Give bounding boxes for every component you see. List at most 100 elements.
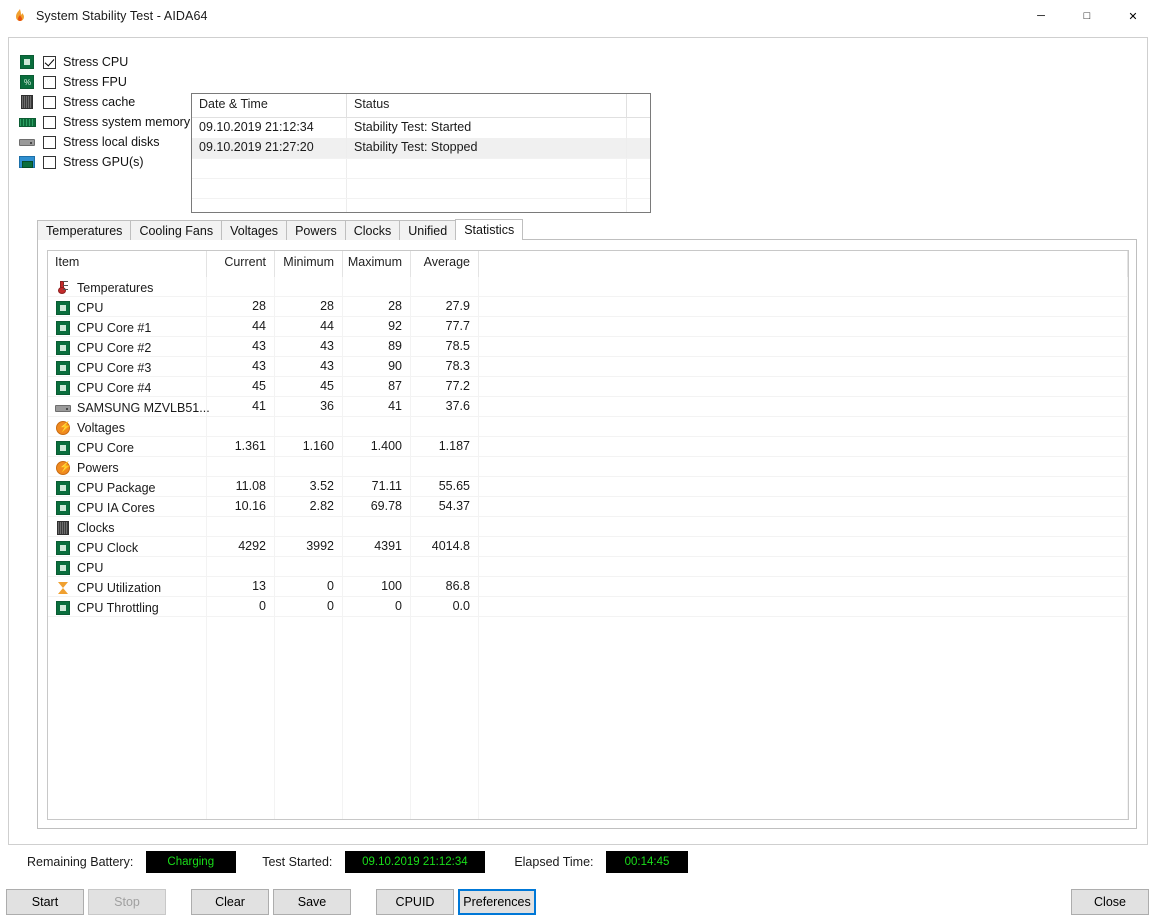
elapsed-time-label: Elapsed Time: bbox=[514, 855, 594, 870]
log-empty-row bbox=[192, 178, 650, 198]
cell-maximum bbox=[343, 277, 411, 296]
table-row[interactable]: CPU Core #2 43 43 89 78.5 bbox=[48, 337, 1128, 356]
empty-table-row bbox=[48, 731, 1128, 750]
preferences-button[interactable]: Preferences bbox=[458, 889, 536, 915]
cell-average bbox=[411, 417, 479, 436]
cell-average: 78.5 bbox=[411, 337, 479, 356]
stress-gpu-checkbox[interactable] bbox=[43, 155, 56, 169]
cell-current: 43 bbox=[207, 357, 275, 376]
stress-option-disks[interactable]: Stress local disks bbox=[19, 132, 199, 152]
table-row[interactable]: SAMSUNG MZVLB51... 41 36 41 37.6 bbox=[48, 397, 1128, 416]
battery-label: Remaining Battery: bbox=[27, 855, 134, 870]
column-header-maximum[interactable]: Maximum bbox=[343, 251, 411, 277]
save-button[interactable]: Save bbox=[273, 889, 351, 915]
event-log-list[interactable]: Date & Time Status 09.10.2019 21:12:34 S… bbox=[191, 93, 651, 213]
cell-current bbox=[207, 277, 275, 296]
table-row[interactable]: CPU Core 1.361 1.160 1.400 1.187 bbox=[48, 437, 1128, 456]
cell-minimum: 28 bbox=[275, 297, 343, 316]
stress-option-cpu[interactable]: Stress CPU bbox=[19, 52, 199, 72]
log-row[interactable]: 09.10.2019 21:27:20 Stability Test: Stop… bbox=[192, 138, 650, 158]
cell-minimum: 45 bbox=[275, 377, 343, 396]
table-row[interactable]: CPU Throttling 0 0 0 0.0 bbox=[48, 597, 1128, 616]
stress-option-fpu[interactable]: Stress FPU bbox=[19, 72, 199, 92]
log-status: Stability Test: Started bbox=[347, 118, 627, 138]
stress-cpu-checkbox[interactable] bbox=[43, 55, 56, 69]
statistics-group-row[interactable]: Voltages bbox=[48, 417, 1128, 436]
row-label: Voltages bbox=[77, 420, 125, 435]
gpu-monitor-icon bbox=[19, 154, 36, 170]
cell-minimum bbox=[275, 277, 343, 296]
memory-stick-icon bbox=[19, 114, 36, 130]
clear-button[interactable]: Clear bbox=[191, 889, 269, 915]
window-title: System Stability Test - AIDA64 bbox=[36, 9, 208, 23]
cpuid-button[interactable]: CPUID bbox=[376, 889, 454, 915]
row-label: CPU Throttling bbox=[77, 600, 159, 615]
event-log-header: Date & Time Status bbox=[192, 94, 650, 118]
minimize-button[interactable]: ─ bbox=[1018, 0, 1064, 32]
bolt-icon bbox=[55, 460, 72, 476]
column-header-minimum[interactable]: Minimum bbox=[275, 251, 343, 277]
statistics-filler-rows bbox=[48, 617, 1128, 819]
row-label: SAMSUNG MZVLB51... bbox=[77, 400, 210, 415]
table-row[interactable]: CPU Core #4 45 45 87 77.2 bbox=[48, 377, 1128, 396]
tab-voltages[interactable]: Voltages bbox=[221, 220, 288, 240]
stress-option-label: Stress system memory bbox=[63, 115, 191, 129]
tab-clocks[interactable]: Clocks bbox=[344, 220, 401, 240]
cell-maximum: 41 bbox=[343, 397, 411, 416]
statistics-group-row[interactable]: Clocks bbox=[48, 517, 1128, 536]
tab-powers[interactable]: Powers bbox=[286, 220, 346, 240]
stress-option-cache[interactable]: Stress cache bbox=[19, 92, 199, 112]
row-label: CPU bbox=[77, 560, 104, 575]
tab-strip: Temperatures Cooling Fans Voltages Power… bbox=[37, 219, 524, 240]
empty-table-row bbox=[48, 636, 1128, 655]
statistics-group-row[interactable]: CPU bbox=[48, 557, 1128, 576]
empty-table-row bbox=[48, 655, 1128, 674]
cell-average: 4014.8 bbox=[411, 537, 479, 556]
cell-average bbox=[411, 517, 479, 536]
empty-table-row bbox=[48, 674, 1128, 693]
cell-maximum: 92 bbox=[343, 317, 411, 336]
log-row[interactable]: 09.10.2019 21:12:34 Stability Test: Star… bbox=[192, 118, 650, 138]
table-row[interactable]: CPU Clock 4292 3992 4391 4014.8 bbox=[48, 537, 1128, 556]
table-row[interactable]: CPU Package 11.08 3.52 71.11 55.65 bbox=[48, 477, 1128, 496]
empty-table-row bbox=[48, 807, 1128, 819]
column-header-current[interactable]: Current bbox=[207, 251, 275, 277]
row-label: CPU Utilization bbox=[77, 580, 162, 595]
close-button[interactable]: Close bbox=[1071, 889, 1149, 915]
statistics-table[interactable]: Item Current Minimum Maximum Average Tem… bbox=[47, 250, 1129, 820]
cell-maximum: 71.11 bbox=[343, 477, 411, 496]
cell-current: 45 bbox=[207, 377, 275, 396]
tab-unified[interactable]: Unified bbox=[399, 220, 457, 240]
statistics-group-row[interactable]: Temperatures bbox=[48, 277, 1128, 296]
stress-option-memory[interactable]: Stress system memory bbox=[19, 112, 199, 132]
stress-cache-checkbox[interactable] bbox=[43, 95, 56, 109]
log-status: Stability Test: Stopped bbox=[347, 138, 627, 158]
table-row[interactable]: CPU Utilization 13 0 100 86.8 bbox=[48, 577, 1128, 596]
stress-option-gpu[interactable]: Stress GPU(s) bbox=[19, 152, 199, 172]
stress-disks-checkbox[interactable] bbox=[43, 135, 56, 149]
tab-statistics[interactable]: Statistics bbox=[455, 219, 524, 240]
table-row[interactable]: CPU Core #1 44 44 92 77.7 bbox=[48, 317, 1128, 336]
table-row[interactable]: CPU 28 28 28 27.9 bbox=[48, 297, 1128, 316]
row-label: CPU Core bbox=[77, 440, 134, 455]
tab-temperatures[interactable]: Temperatures bbox=[37, 220, 132, 240]
column-header-item[interactable]: Item bbox=[48, 251, 207, 277]
stress-memory-checkbox[interactable] bbox=[43, 115, 56, 129]
statistics-group-row[interactable]: Powers bbox=[48, 457, 1128, 476]
cell-average: 37.6 bbox=[411, 397, 479, 416]
stress-options-list: Stress CPU Stress FPU Stress cache Stres… bbox=[19, 52, 199, 172]
close-window-button[interactable]: ✕ bbox=[1110, 0, 1156, 32]
maximize-button[interactable]: □ bbox=[1064, 0, 1110, 32]
row-label: CPU bbox=[77, 300, 104, 315]
content-panel: Stress CPU Stress FPU Stress cache Stres… bbox=[8, 37, 1148, 873]
cell-maximum: 1.400 bbox=[343, 437, 411, 456]
stress-fpu-checkbox[interactable] bbox=[43, 75, 56, 89]
table-row[interactable]: CPU IA Cores 10.16 2.82 69.78 54.37 bbox=[48, 497, 1128, 516]
empty-table-row bbox=[48, 712, 1128, 731]
tab-cooling-fans[interactable]: Cooling Fans bbox=[130, 220, 223, 240]
cpu-chip-icon bbox=[55, 380, 72, 396]
table-row[interactable]: CPU Core #3 43 43 90 78.3 bbox=[48, 357, 1128, 376]
start-button[interactable]: Start bbox=[6, 889, 84, 915]
column-header-average[interactable]: Average bbox=[411, 251, 479, 277]
hourglass-icon bbox=[55, 580, 72, 596]
